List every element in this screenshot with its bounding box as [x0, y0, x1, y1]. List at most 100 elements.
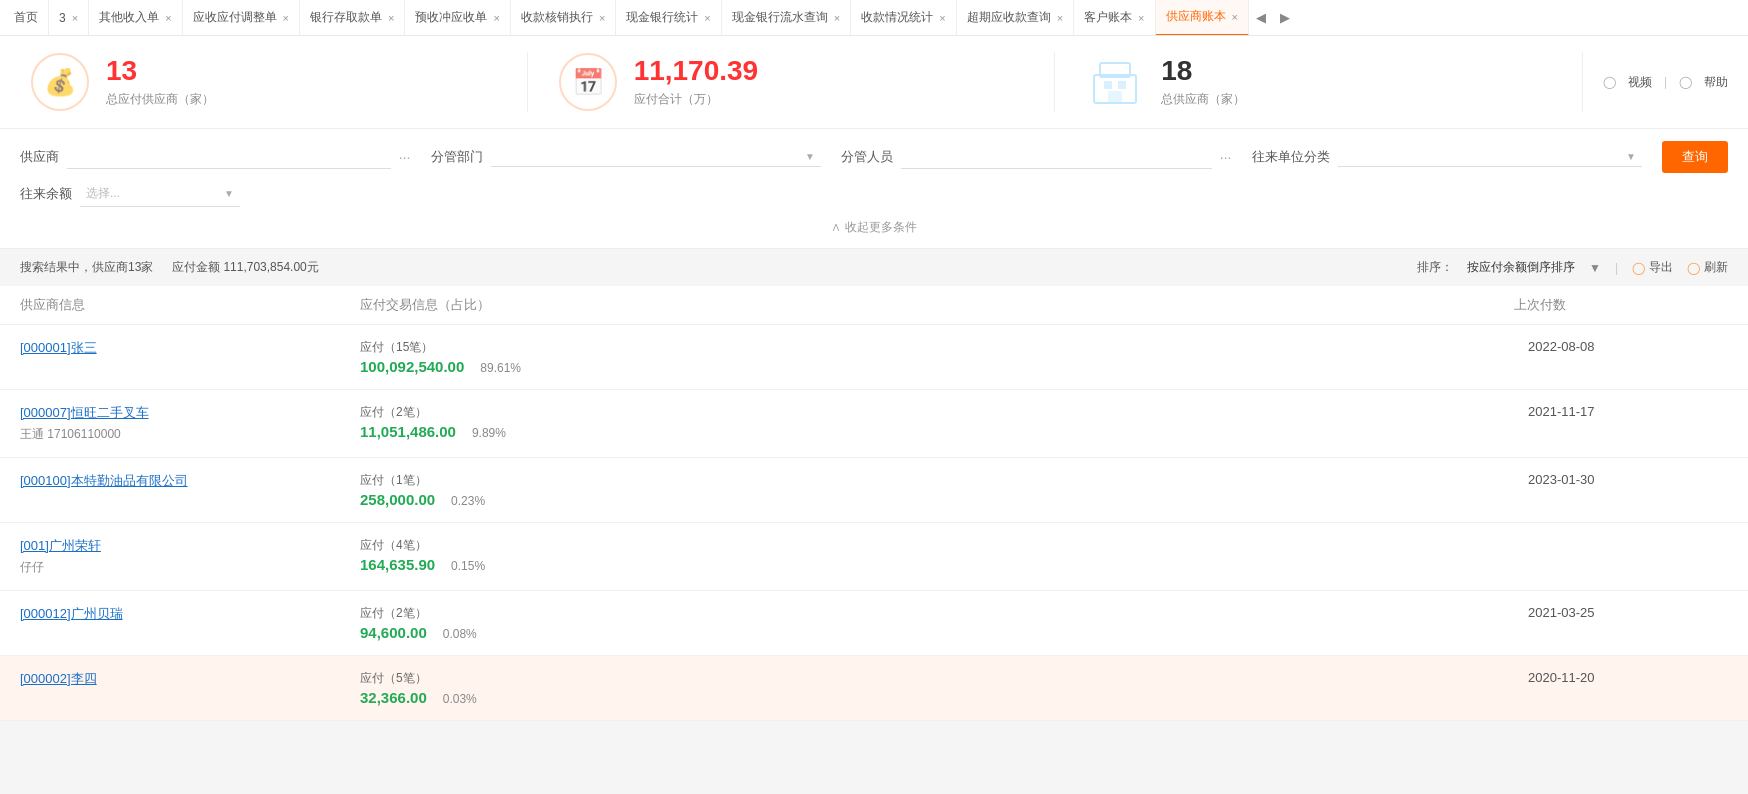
nav-tab-customer-ledger[interactable]: 客户账本 × — [1074, 0, 1155, 36]
circle-icon2: ◯ — [1679, 75, 1692, 89]
table-row: [000002]李四 应付（5笔） 32,366.00 0.03% 2020-1… — [0, 656, 1748, 721]
sort-arrow-icon: ▼ — [1589, 261, 1601, 275]
nav-next-arrow[interactable]: ▶ — [1273, 0, 1297, 36]
svg-text:💰: 💰 — [44, 66, 77, 98]
last-payment-cell: 2020-11-20 — [1528, 670, 1728, 685]
nav-prev-arrow[interactable]: ◀ — [1249, 0, 1273, 36]
nav-tab-collection-stat[interactable]: 收款情况统计 × — [851, 0, 956, 36]
nav-tab-overdue[interactable]: 超期应收款查询 × — [957, 0, 1074, 36]
video-link[interactable]: 视频 — [1628, 74, 1652, 91]
close-icon[interactable]: × — [704, 12, 710, 24]
nav-tab-cash-stat[interactable]: 现金银行统计 × — [616, 0, 721, 36]
last-payment-cell: 2022-08-08 — [1528, 339, 1728, 354]
close-icon[interactable]: × — [1232, 11, 1238, 23]
close-icon[interactable]: × — [834, 12, 840, 24]
transaction-amount[interactable]: 164,635.90 — [360, 556, 435, 573]
nav-tab-other-income[interactable]: 其他收入单 × — [89, 0, 182, 36]
payable-amount-label: 应付合计（万） — [634, 91, 759, 108]
nav-tab-cash-flow[interactable]: 现金银行流水查询 × — [722, 0, 851, 36]
table-row: [000007]恒旺二手叉车 王通 17106110000 应付（2笔） 11,… — [0, 390, 1748, 458]
close-icon[interactable]: × — [72, 12, 78, 24]
nav-tab-supplier-ledger[interactable]: 供应商账本 × — [1156, 0, 1249, 36]
nav-tab-3[interactable]: 3 × — [49, 0, 89, 36]
transaction-amount[interactable]: 32,366.00 — [360, 689, 427, 706]
transaction-amount[interactable]: 100,092,540.00 — [360, 358, 464, 375]
transaction-info-cell: 应付（1笔） 258,000.00 0.23% — [360, 472, 1528, 508]
filter-person: 分管人员 ··· — [841, 146, 1232, 169]
transaction-label: 应付（15笔） — [360, 339, 1528, 356]
export-button[interactable]: ◯ 导出 — [1632, 259, 1673, 276]
category-filter-label: 往来单位分类 — [1252, 148, 1330, 166]
close-icon[interactable]: × — [939, 12, 945, 24]
close-icon[interactable]: × — [493, 12, 499, 24]
query-button[interactable]: 查询 — [1662, 141, 1728, 173]
table-row: [000001]张三 应付（15笔） 100,092,540.00 89.61%… — [0, 325, 1748, 390]
nav-tab-bank[interactable]: 银行存取款单 × — [300, 0, 405, 36]
transaction-amount[interactable]: 11,051,486.00 — [360, 423, 456, 440]
supplier-sub-info: 仔仔 — [20, 559, 360, 576]
help-link[interactable]: 帮助 — [1704, 74, 1728, 91]
export-label: 导出 — [1649, 259, 1673, 276]
nav-tab-home[interactable]: 首页 — [4, 0, 49, 36]
supplier-name-link[interactable]: [000002]李四 — [20, 670, 360, 688]
results-toolbar: 搜索结果中，供应商13家 应付金额 111,703,854.00元 排序： 按应… — [0, 249, 1748, 286]
supplier-name-link[interactable]: [000100]本特勤油品有限公司 — [20, 472, 360, 490]
supplier-name-link[interactable]: [000012]广州贝瑞 — [20, 605, 360, 623]
transaction-amount[interactable]: 94,600.00 — [360, 624, 427, 641]
transaction-label: 应付（2笔） — [360, 605, 1528, 622]
result-text: 搜索结果中，供应商13家 — [20, 260, 153, 274]
supplier-info-cell: [000002]李四 — [20, 670, 360, 688]
collapse-bar[interactable]: ∧ 收起更多条件 — [20, 215, 1728, 240]
close-icon[interactable]: × — [1138, 12, 1144, 24]
transaction-info-cell: 应付（2笔） 11,051,486.00 9.89% — [360, 404, 1528, 440]
transaction-amount-row: 94,600.00 0.08% — [360, 624, 1528, 641]
person-filter-label: 分管人员 — [841, 148, 893, 166]
refresh-button[interactable]: ◯ 刷新 — [1687, 259, 1728, 276]
chevron-down-icon2: ▼ — [1626, 151, 1636, 162]
chevron-down-icon3: ▼ — [224, 188, 234, 199]
chevron-down-icon: ▼ — [805, 151, 815, 162]
person-more-icon[interactable]: ··· — [1220, 149, 1232, 165]
svg-text:📅: 📅 — [572, 66, 605, 98]
category-select[interactable]: ▼ — [1338, 147, 1643, 167]
nav-tab-advance[interactable]: 预收冲应收单 × — [405, 0, 510, 36]
last-payment-date: 2021-03-25 — [1528, 605, 1595, 620]
supplier-name-link[interactable]: [001]广州荣轩 — [20, 537, 360, 555]
nav-tab-adjustment[interactable]: 应收应付调整单 × — [183, 0, 300, 36]
nav-tab-overdue-label: 超期应收款查询 — [967, 9, 1051, 26]
supplier-name-link[interactable]: [000007]恒旺二手叉车 — [20, 404, 360, 422]
close-icon[interactable]: × — [283, 12, 289, 24]
last-payment-date: 2021-11-17 — [1528, 404, 1595, 419]
sort-value[interactable]: 按应付余额倒序排序 — [1467, 259, 1575, 276]
supplier-sub-info: 王通 17106110000 — [20, 426, 360, 443]
close-icon[interactable]: × — [1057, 12, 1063, 24]
total-supplier-label: 总供应商（家） — [1161, 91, 1245, 108]
supplier-input[interactable] — [67, 146, 391, 169]
balance-select[interactable]: 选择... ▼ — [80, 181, 240, 207]
close-icon[interactable]: × — [599, 12, 605, 24]
close-icon[interactable]: × — [165, 12, 171, 24]
total-supplier-icon — [1085, 52, 1145, 112]
nav-tab-advance-label: 预收冲应收单 — [415, 9, 487, 26]
close-icon[interactable]: × — [388, 12, 394, 24]
transaction-info-cell: 应付（15笔） 100,092,540.00 89.61% — [360, 339, 1528, 375]
supplier-filter-label: 供应商 — [20, 148, 59, 166]
result-separator — [157, 260, 169, 274]
table-row: [000100]本特勤油品有限公司 应付（1笔） 258,000.00 0.23… — [0, 458, 1748, 523]
filter-area: 供应商 ··· 分管部门 ▼ 分管人员 ··· 往来单位分类 ▼ — [0, 129, 1748, 249]
table-row: [000012]广州贝瑞 应付（2笔） 94,600.00 0.08% 2021… — [0, 591, 1748, 656]
dept-filter-label: 分管部门 — [431, 148, 483, 166]
col-header-transaction: 应付交易信息（占比） — [360, 296, 1514, 314]
nav-tab-collection[interactable]: 收款核销执行 × — [511, 0, 616, 36]
transaction-percent: 89.61% — [480, 361, 521, 375]
supplier-name-link[interactable]: [000001]张三 — [20, 339, 360, 357]
last-payment-date: 2020-11-20 — [1528, 670, 1595, 685]
last-payment-date: 2023-01-30 — [1528, 472, 1595, 487]
transaction-amount[interactable]: 258,000.00 — [360, 491, 435, 508]
transaction-label: 应付（2笔） — [360, 404, 1528, 421]
dept-select[interactable]: ▼ — [491, 147, 822, 167]
supplier-more-icon[interactable]: ··· — [399, 149, 411, 165]
person-input[interactable] — [901, 146, 1212, 169]
col-header-supplier: 供应商信息 — [20, 296, 360, 314]
supplier-table: 供应商信息 应付交易信息（占比） 上次付数 [000001]张三 应付（15笔）… — [0, 286, 1748, 721]
